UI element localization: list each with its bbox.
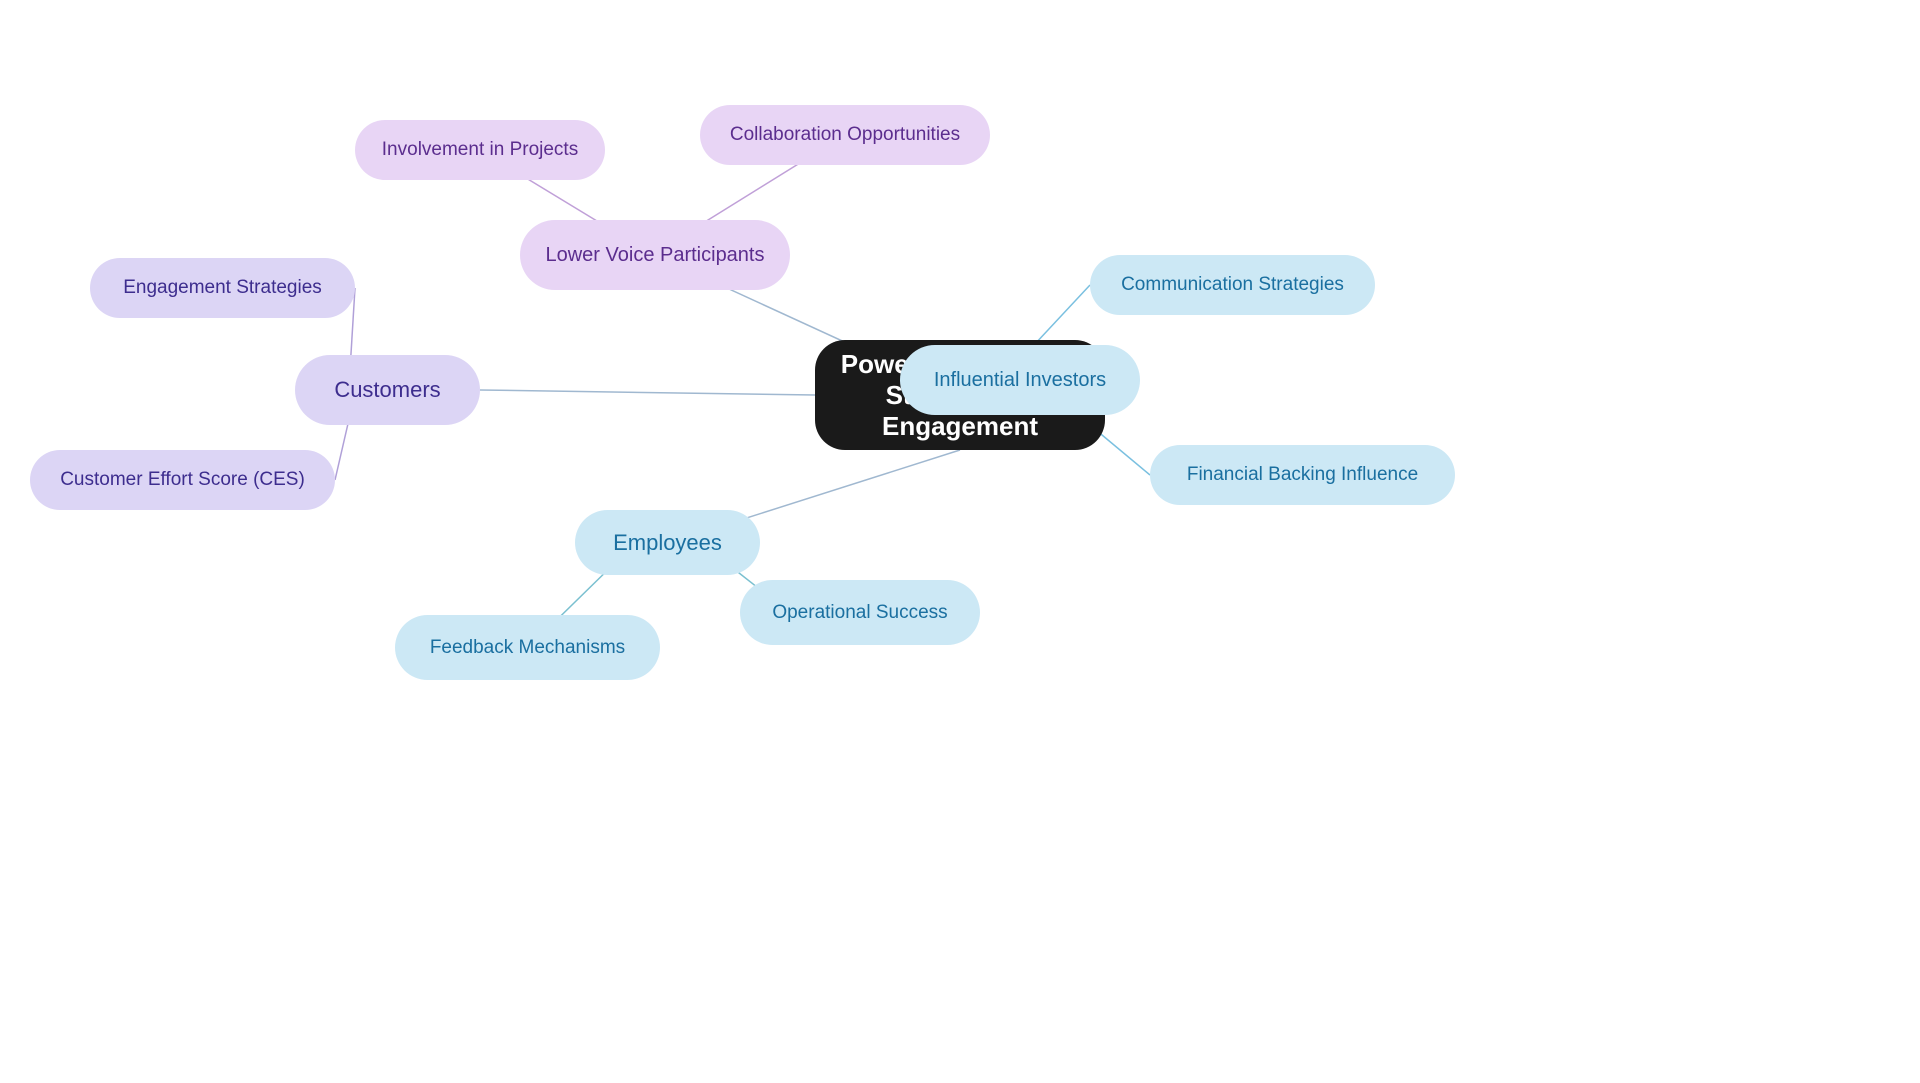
financial-backing-influence-node[interactable]: Financial Backing Influence [1150,445,1455,505]
involvement-in-projects-node[interactable]: Involvement in Projects [355,120,605,180]
customer-effort-score-node[interactable]: Customer Effort Score (CES) [30,450,335,510]
communication-strategies-node[interactable]: Communication Strategies [1090,255,1375,315]
lower-voice-participants-node[interactable]: Lower Voice Participants [520,220,790,290]
employees-node[interactable]: Employees [575,510,760,575]
engagement-strategies-node[interactable]: Engagement Strategies [90,258,355,318]
operational-success-node[interactable]: Operational Success [740,580,980,645]
customers-node[interactable]: Customers [295,355,480,425]
influential-investors-node[interactable]: Influential Investors [900,345,1140,415]
collaboration-opportunities-node[interactable]: Collaboration Opportunities [700,105,990,165]
feedback-mechanisms-node[interactable]: Feedback Mechanisms [395,615,660,680]
